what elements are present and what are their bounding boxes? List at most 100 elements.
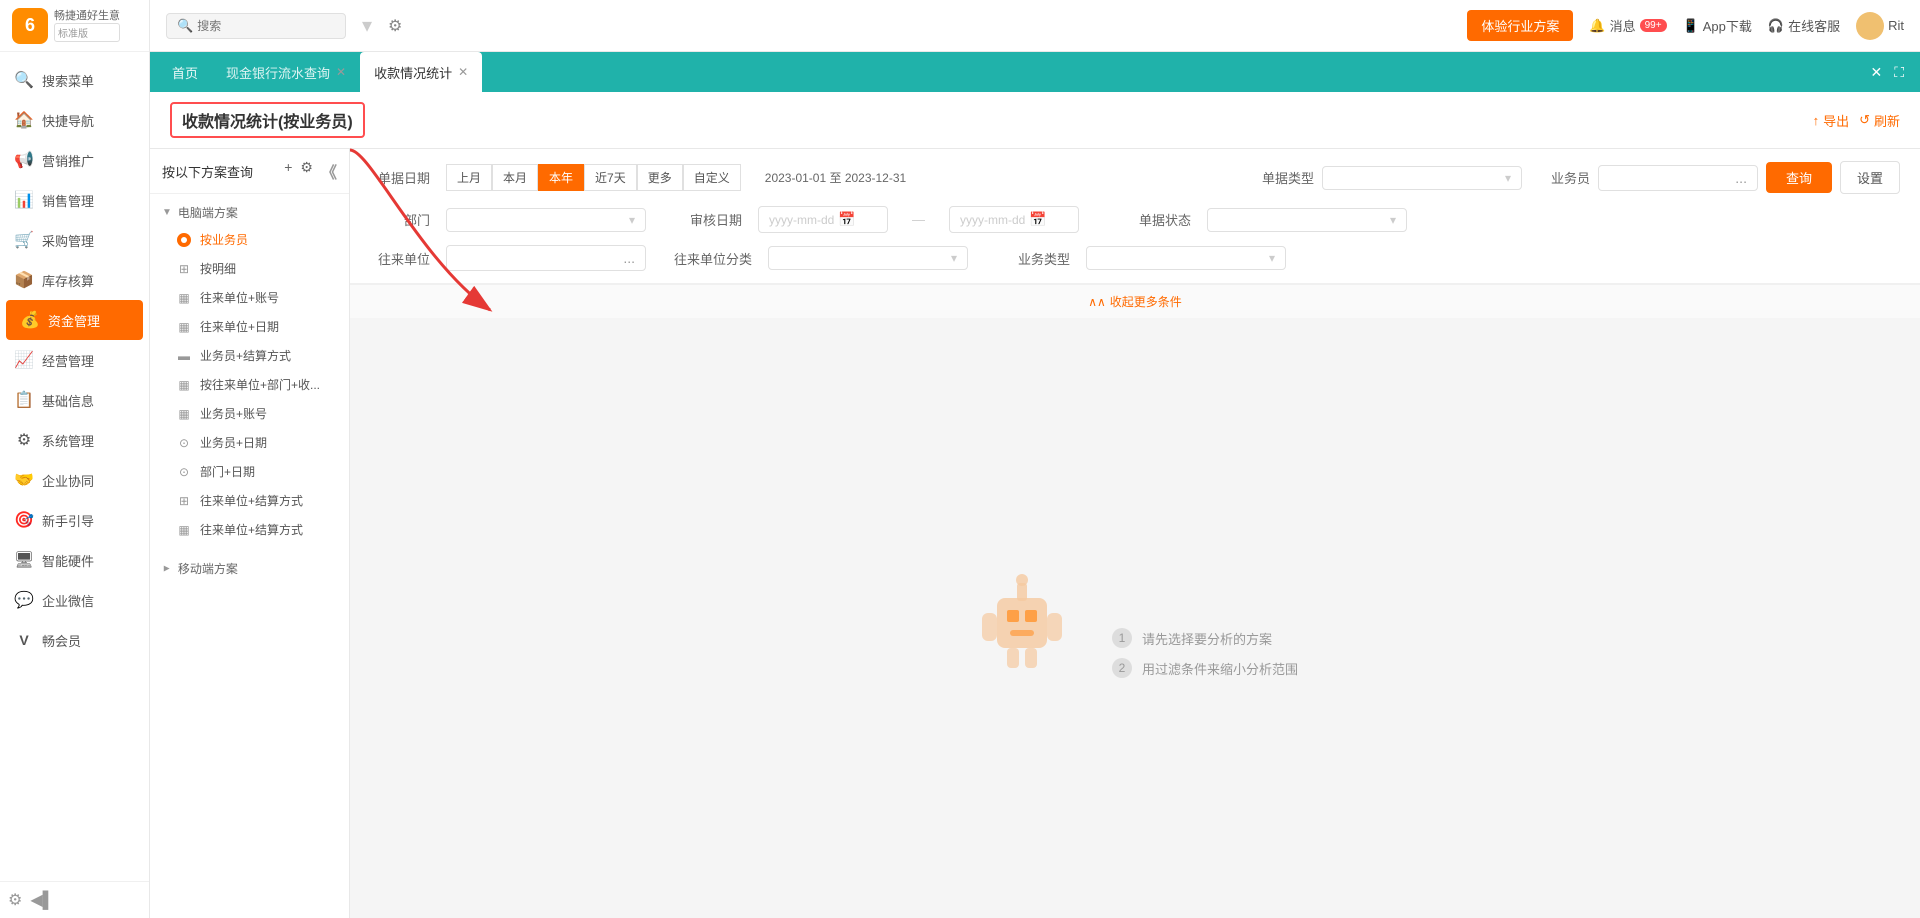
sidebar-item-inventory[interactable]: 📦 库存核算 (0, 260, 149, 300)
date-btn-this-month[interactable]: 本月 (492, 164, 538, 191)
tab-bank-flow[interactable]: 现金银行流水查询 ✕ (212, 52, 360, 92)
sidebar-item-system[interactable]: ⚙ 系统管理 (0, 420, 149, 460)
partner-category-select[interactable]: ▾ (768, 246, 968, 270)
review-date-from[interactable]: yyyy-mm-dd 📅 (758, 206, 888, 233)
system-icon: ⚙ (14, 430, 34, 450)
refresh-btn[interactable]: ↺ 刷新 (1859, 111, 1900, 130)
sidebar-item-enterprise[interactable]: 🤝 企业协同 (0, 460, 149, 500)
logo-icon: 6 (12, 8, 48, 44)
date-btn-this-year[interactable]: 本年 (538, 164, 584, 191)
sidebar-item-purchase[interactable]: 🛒 采购管理 (0, 220, 149, 260)
doc-type-label: 单据类型 (1254, 168, 1314, 187)
settings-bottom-icon[interactable]: ⚙ (8, 890, 22, 910)
sidebar-item-finance[interactable]: 💰 资金管理 (6, 300, 143, 340)
guide-icon: 🎯 (14, 510, 34, 530)
sidebar-item-sales[interactable]: 📊 销售管理 (0, 180, 149, 220)
sidebar-item-marketing[interactable]: 📢 营销推广 (0, 140, 149, 180)
salesperson-more-icon[interactable]: ... (1735, 170, 1747, 186)
header-search-input[interactable] (197, 19, 317, 33)
biz-type-label: 业务类型 (1000, 249, 1070, 268)
collapse-sidebar-icon[interactable]: ◀▌ (30, 890, 54, 910)
partner-label: 往来单位 (370, 249, 430, 268)
enterprise-icon: 🤝 (14, 470, 34, 490)
tab-collection-stats[interactable]: 收款情况统计 ✕ (360, 52, 482, 92)
scheme-settings-btn[interactable]: ⚙ (300, 159, 313, 183)
dept-arrow-icon: ▾ (629, 213, 635, 227)
sidebar-item-basic-info[interactable]: 📋 基础信息 (0, 380, 149, 420)
refresh-icon: ↺ (1859, 112, 1870, 128)
app-download-item[interactable]: 📱 App下载 (1683, 16, 1752, 35)
doc-status-label: 单据状态 (1111, 210, 1191, 229)
sidebar-item-quick-nav[interactable]: 🏠 快捷导航 (0, 100, 149, 140)
doc-type-select[interactable]: ▾ (1322, 166, 1522, 190)
page-header-actions: ↑ 导出 ↺ 刷新 (1813, 111, 1900, 130)
dept-date-icon: ⊙ (176, 464, 192, 480)
collapse-bar[interactable]: ∧∧ 收起更多条件 (350, 284, 1920, 318)
date-btn-custom[interactable]: 自定义 (683, 164, 741, 191)
scheme-item-dept-date[interactable]: ⊙ 部门+日期 (150, 457, 349, 486)
page-title-box: 收款情况统计(按业务员) (170, 102, 365, 138)
header-search-box[interactable]: 🔍 (166, 13, 346, 39)
scheme-item-salesperson-date[interactable]: ⊙ 业务员+日期 (150, 428, 349, 457)
review-date-label: 审核日期 (662, 210, 742, 229)
user-avatar-item[interactable]: Rit (1856, 12, 1904, 40)
salesperson-select[interactable]: ... (1598, 165, 1758, 191)
salesperson-label: 业务员 (1530, 168, 1590, 187)
sidebar-item-smart-hw[interactable]: 🖥 智能硬件 (0, 540, 149, 580)
empty-tip-2: 2 用过滤条件来缩小分析范围 (1112, 658, 1298, 678)
doc-status-select[interactable]: ▾ (1207, 208, 1407, 232)
dept-label: 部门 (370, 210, 430, 229)
scheme-item-by-salesperson[interactable]: 按业务员 (150, 225, 349, 254)
date-btn-last-month[interactable]: 上月 (446, 164, 492, 191)
date-btn-7days[interactable]: 近7天 (584, 164, 637, 191)
scheme-group-mobile-title[interactable]: ▼ 移动端方案 (150, 556, 349, 581)
scheme-panel: 按以下方案查询 + ⚙ 《 ▼ 电脑端方案 (150, 149, 350, 918)
scheme-item-partner-dept[interactable]: ▦ 按往来单位+部门+收... (150, 370, 349, 399)
header-search-icon: 🔍 (177, 18, 193, 34)
scheme-item-salesperson-payment[interactable]: ▬ 业务员+结算方式 (150, 341, 349, 370)
tab-collection-stats-close[interactable]: ✕ (458, 65, 468, 79)
review-date-to[interactable]: yyyy-mm-dd 📅 (949, 206, 1079, 233)
tab-home[interactable]: 首页 (158, 63, 212, 82)
scheme-item-partner-payment1[interactable]: ⊞ 往来单位+结算方式 (150, 486, 349, 515)
export-btn[interactable]: ↑ 导出 (1813, 111, 1850, 130)
sidebar: 6 畅捷通好生意 标准版 🔍 搜索菜单 🏠 快捷导航 📢 营销推广 📊 销售管理… (0, 0, 150, 918)
date-btn-more[interactable]: 更多 (637, 164, 683, 191)
customer-service-item[interactable]: 🎧 在线客服 (1768, 16, 1840, 35)
scheme-item-partner-account[interactable]: ▦ 往来单位+账号 (150, 283, 349, 312)
dept-select[interactable]: ▾ (446, 208, 646, 232)
filter-settings-btn[interactable]: 设置 (1840, 161, 1900, 194)
export-icon: ↑ (1813, 113, 1820, 128)
trial-btn[interactable]: 体验行业方案 (1467, 10, 1573, 41)
tab-close-all-icon[interactable]: ✕ (1870, 64, 1882, 81)
empty-tip-1: 1 请先选择要分析的方案 (1112, 628, 1298, 648)
sidebar-item-search-menu[interactable]: 🔍 搜索菜单 (0, 60, 149, 100)
scheme-item-partner-payment2[interactable]: ▦ 往来单位+结算方式 (150, 515, 349, 544)
sidebar-item-operations[interactable]: 📈 经营管理 (0, 340, 149, 380)
sidebar-item-guide[interactable]: 🎯 新手引导 (0, 500, 149, 540)
query-btn[interactable]: 查询 (1766, 162, 1832, 193)
tab-fullscreen-icon[interactable]: ⛶ (1894, 64, 1904, 81)
scheme-item-partner-date[interactable]: ▦ 往来单位+日期 (150, 312, 349, 341)
filter-row-1: 单据日期 上月 本月 本年 近7天 更多 自定义 2023-01-01 至 20… (370, 161, 1900, 194)
sidebar-item-wechat[interactable]: 💬 企业微信 (0, 580, 149, 620)
scheme-item-by-detail[interactable]: ⊞ 按明细 (150, 254, 349, 283)
scheme-group-pc-title[interactable]: ▼ 电脑端方案 (150, 200, 349, 225)
quick-nav-icon: 🏠 (14, 110, 34, 130)
partner-category-label: 往来单位分类 (662, 249, 752, 268)
sidebar-item-vip[interactable]: V 畅会员 (0, 620, 149, 660)
collapse-up-icon: ∧∧ (1088, 295, 1106, 309)
scheme-collapse-btn[interactable]: 《 (321, 159, 337, 183)
tab-bank-flow-close[interactable]: ✕ (336, 65, 346, 79)
partner-select[interactable]: ... (446, 245, 646, 271)
biz-type-select[interactable]: ▾ (1086, 246, 1286, 270)
doc-status-arrow-icon: ▾ (1390, 213, 1396, 227)
dropdown-icon[interactable]: ▾ (362, 13, 372, 38)
scheme-add-btn[interactable]: + (284, 159, 292, 183)
notification-item[interactable]: 🔔 消息 99+ (1589, 16, 1666, 35)
gear-settings-icon[interactable]: ⚙ (388, 16, 402, 36)
tab-bar-right: ✕ ⛶ (1870, 64, 1920, 81)
vip-icon: V (14, 630, 34, 650)
scheme-item-salesperson-account[interactable]: ▦ 业务员+账号 (150, 399, 349, 428)
partner-more-icon[interactable]: ... (623, 250, 635, 266)
